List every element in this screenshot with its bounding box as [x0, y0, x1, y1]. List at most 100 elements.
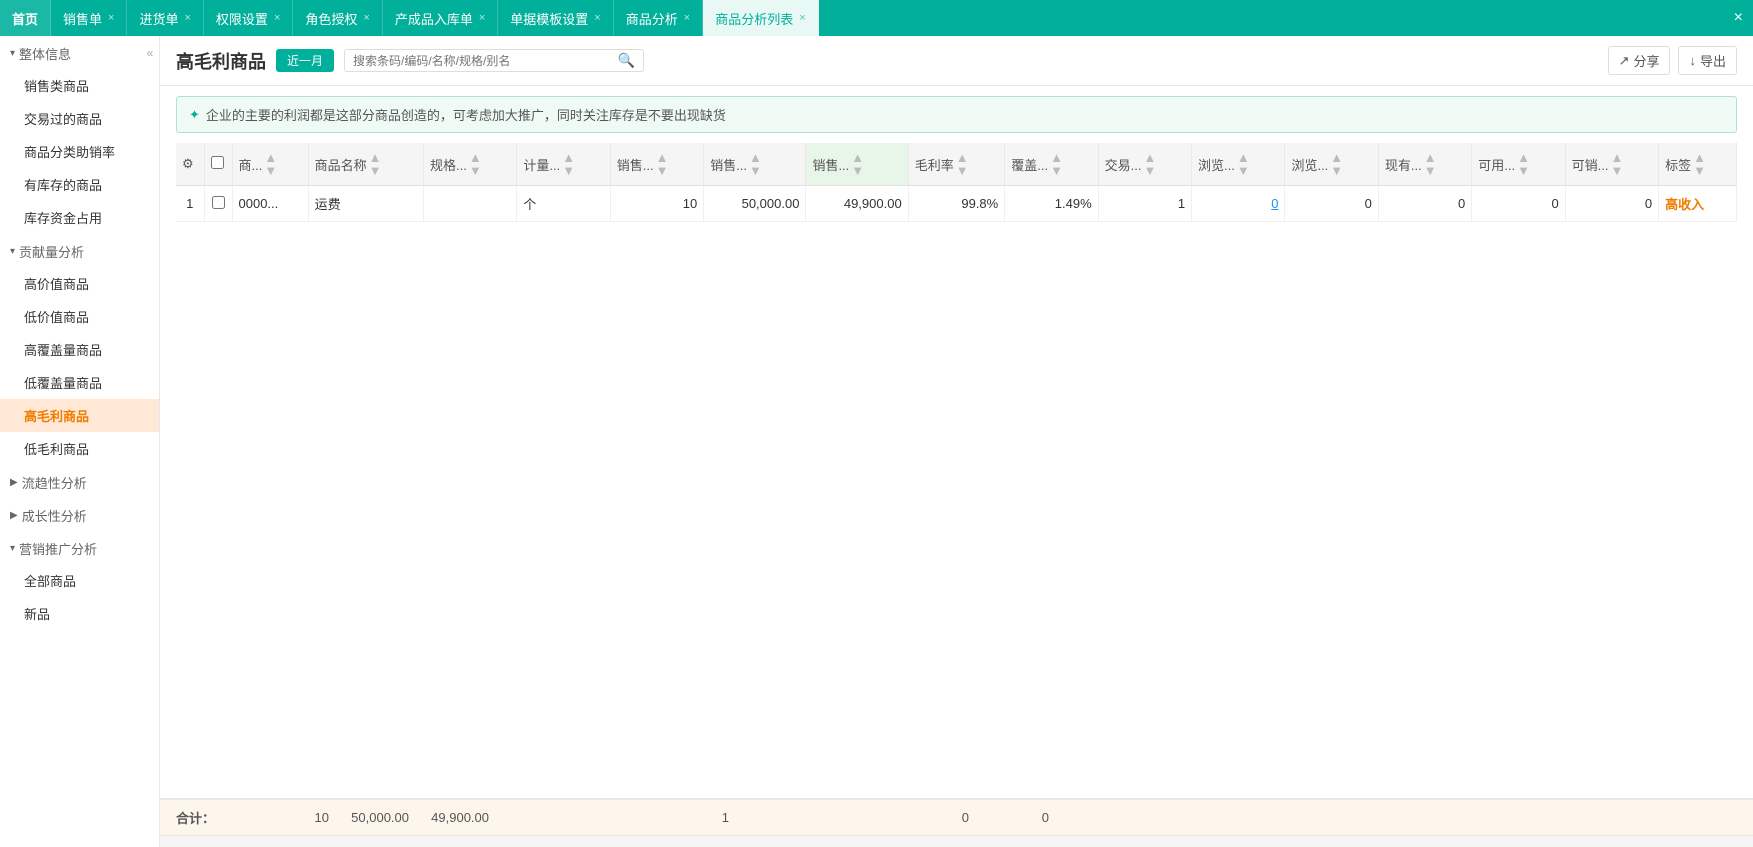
close-tab-sales[interactable]: ×	[108, 12, 114, 24]
table-container: ⚙ 商... ▲▼ 商品名称	[160, 143, 1753, 798]
sidebar-item-high-value[interactable]: 高价值商品	[0, 267, 159, 300]
sidebar-item-stock-capital[interactable]: 库存资金占用	[0, 201, 159, 234]
row-coverage: 1.49%	[1005, 186, 1098, 222]
filter-recent-month[interactable]: 近一月	[276, 49, 334, 72]
sort-arrows-coverage[interactable]: ▲▼	[1050, 151, 1063, 177]
sidebar-item-low-value[interactable]: 低价值商品	[0, 300, 159, 333]
group-arrow-marketing: ▾	[10, 543, 15, 554]
nav-tab-product-inbound[interactable]: 产成品入库单 ×	[383, 0, 498, 36]
row-unit: 个	[517, 186, 610, 222]
nav-tab-analysis-list[interactable]: 商品分析列表 ×	[703, 0, 818, 36]
col-sales-amount: 销售... ▲▼	[704, 143, 806, 186]
nav-tab-home[interactable]: 首页	[0, 0, 51, 36]
close-tab-permissions[interactable]: ×	[274, 12, 280, 24]
sort-arrows-margin[interactable]: ▲▼	[956, 151, 969, 177]
header-actions: ↗ 分享 ↓ 导出	[1608, 46, 1737, 75]
close-tab-analysis[interactable]: ×	[684, 12, 690, 24]
sort-arrows-sku[interactable]: ▲▼	[264, 151, 277, 177]
table-row: 1 0000... 运费 个 10 50,000.00 49,900.00 99…	[176, 186, 1737, 222]
sort-arrows-sales-amount[interactable]: ▲▼	[749, 151, 762, 177]
row-checkbox-cell[interactable]	[204, 186, 232, 222]
sort-arrows-name[interactable]: ▲▼	[369, 151, 382, 177]
row-view1[interactable]: 0	[1192, 186, 1285, 222]
row-tag: 高收入	[1659, 186, 1737, 222]
sort-arrows-sales-qty[interactable]: ▲▼	[656, 151, 669, 177]
data-table: ⚙ 商... ▲▼ 商品名称	[176, 143, 1737, 222]
col-settings[interactable]: ⚙	[176, 143, 204, 186]
sidebar-item-sales-goods[interactable]: 销售类商品	[0, 69, 159, 102]
search-icon[interactable]: 🔍	[618, 52, 635, 69]
close-all-tabs[interactable]: ×	[1724, 9, 1753, 27]
close-tab-template[interactable]: ×	[594, 12, 600, 24]
row-view2: 0	[1285, 186, 1378, 222]
sidebar-item-high-coverage[interactable]: 高覆盖量商品	[0, 333, 159, 366]
col-name: 商品名称 ▲▼	[308, 143, 423, 186]
sidebar-item-all-goods[interactable]: 全部商品	[0, 564, 159, 597]
close-tab-analysis-list[interactable]: ×	[799, 12, 805, 24]
sidebar-item-new-goods[interactable]: 新品	[0, 597, 159, 630]
footer-values: 10 50,000.00 49,900.00 1 0 0	[275, 810, 1055, 825]
sidebar-group-trend[interactable]: ▶ 流趋性分析	[0, 465, 159, 498]
sort-arrows-view2[interactable]: ▲▼	[1330, 151, 1343, 177]
sort-arrows-available-stock[interactable]: ▲▼	[1517, 151, 1530, 177]
nav-tab-template[interactable]: 单据模板设置 ×	[498, 0, 613, 36]
export-icon: ↓	[1689, 53, 1696, 68]
sort-arrows-unit[interactable]: ▲▼	[562, 151, 575, 177]
col-sales-cost: 销售... ▲▼	[806, 143, 908, 186]
search-input[interactable]	[353, 54, 618, 68]
select-all-checkbox[interactable]	[211, 156, 224, 169]
row-sellable-stock: 0	[1565, 186, 1658, 222]
content-area: 高毛利商品 近一月 🔍 ↗ 分享 ↓ 导出 ✦ 企业的主要的利润都是这部分商品创…	[160, 36, 1753, 847]
footer-sales-qty: 10	[275, 810, 335, 825]
sidebar-item-in-stock[interactable]: 有库存的商品	[0, 168, 159, 201]
row-sku-code: 0000...	[232, 186, 308, 222]
top-navigation: 首页 销售单 × 进货单 × 权限设置 × 角色授权 × 产成品入库单 × 单据…	[0, 0, 1753, 36]
nav-tab-permissions[interactable]: 权限设置 ×	[204, 0, 293, 36]
close-tab-product-inbound[interactable]: ×	[479, 12, 485, 24]
sidebar-item-low-coverage[interactable]: 低覆盖量商品	[0, 366, 159, 399]
sidebar-group-overall[interactable]: ▾ 整体信息	[0, 36, 159, 69]
tag-badge: 高收入	[1665, 197, 1704, 212]
sort-arrows-view1[interactable]: ▲▼	[1237, 151, 1250, 177]
table-header-row: ⚙ 商... ▲▼ 商品名称	[176, 143, 1737, 186]
settings-icon[interactable]: ⚙	[182, 156, 194, 171]
share-button[interactable]: ↗ 分享	[1608, 46, 1671, 75]
sort-arrows-tag[interactable]: ▲▼	[1693, 151, 1706, 177]
sidebar-item-high-margin[interactable]: 高毛利商品	[0, 399, 159, 432]
footer-spacer2	[735, 810, 895, 825]
row-sales-qty: 10	[610, 186, 703, 222]
nav-tab-role[interactable]: 角色授权 ×	[293, 0, 382, 36]
row-gross-margin: 99.8%	[908, 186, 1005, 222]
close-tab-role[interactable]: ×	[363, 12, 369, 24]
col-tag: 标签 ▲▼	[1659, 143, 1737, 186]
col-checkbox[interactable]	[204, 143, 232, 186]
footer-spacer1	[495, 810, 655, 825]
sort-arrows-spec[interactable]: ▲▼	[469, 151, 482, 177]
footer-current-stock: 0	[895, 810, 975, 825]
group-arrow-overall: ▾	[10, 48, 15, 59]
sidebar-item-category-rate[interactable]: 商品分类助销率	[0, 135, 159, 168]
sidebar-group-growth[interactable]: ▶ 成长性分析	[0, 498, 159, 531]
sort-arrows-sales-cost[interactable]: ▲▼	[851, 151, 864, 177]
nav-tab-purchase[interactable]: 进货单 ×	[127, 0, 203, 36]
sidebar-item-low-margin[interactable]: 低毛利商品	[0, 432, 159, 465]
col-available-stock: 可用... ▲▼	[1472, 143, 1565, 186]
row-available-stock: 0	[1472, 186, 1565, 222]
footer-label: 合计：	[176, 808, 215, 827]
sort-arrows-sellable-stock[interactable]: ▲▼	[1611, 151, 1624, 177]
col-view2: 浏览... ▲▼	[1285, 143, 1378, 186]
sidebar-item-traded-goods[interactable]: 交易过的商品	[0, 102, 159, 135]
nav-tab-analysis[interactable]: 商品分析 ×	[614, 0, 703, 36]
horizontal-scrollbar[interactable]	[160, 835, 1753, 847]
sort-arrows-current-stock[interactable]: ▲▼	[1424, 151, 1437, 177]
sidebar-group-marketing[interactable]: ▾ 营销推广分析	[0, 531, 159, 564]
nav-tab-sales[interactable]: 销售单 ×	[51, 0, 127, 36]
row-checkbox[interactable]	[212, 196, 225, 209]
export-button[interactable]: ↓ 导出	[1678, 46, 1737, 75]
row-index: 1	[176, 186, 204, 222]
sidebar-collapse-button[interactable]: «	[141, 44, 159, 62]
footer-available-stock: 0	[975, 810, 1055, 825]
close-tab-purchase[interactable]: ×	[184, 12, 190, 24]
sort-arrows-trade[interactable]: ▲▼	[1143, 151, 1156, 177]
sidebar-group-contribution[interactable]: ▾ 贡献量分析	[0, 234, 159, 267]
